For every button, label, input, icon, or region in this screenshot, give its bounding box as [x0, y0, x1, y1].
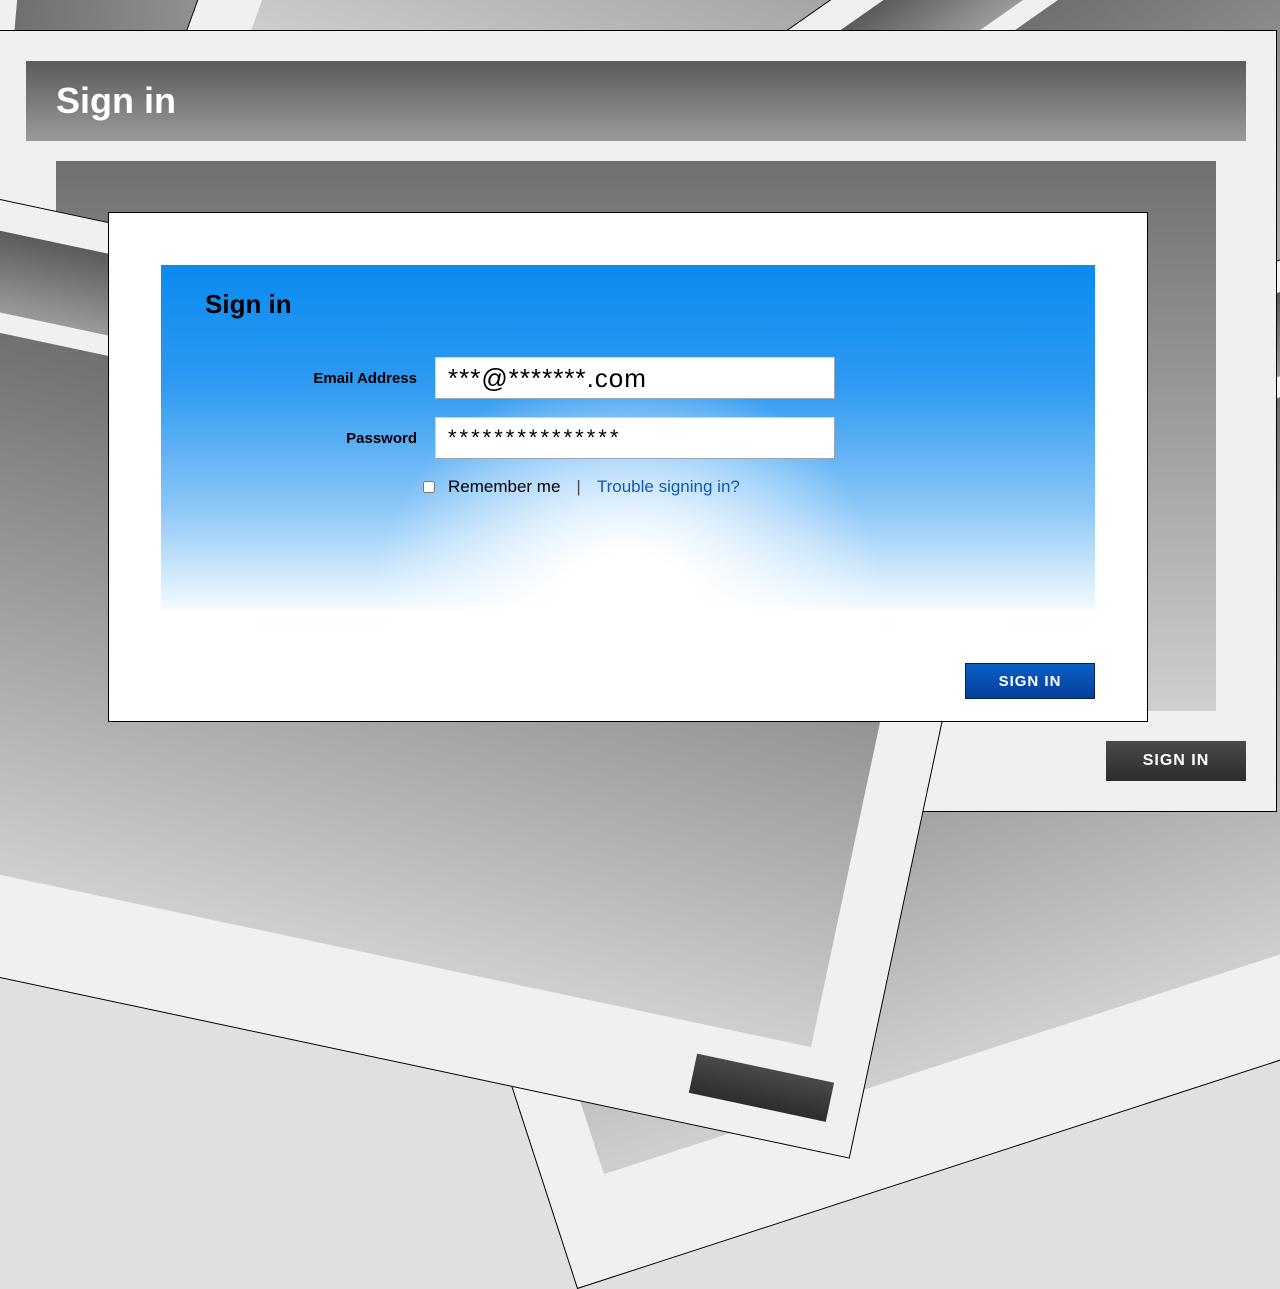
email-row: Email Address — [161, 357, 1095, 399]
bg-window-title: Sign in — [56, 80, 176, 122]
panel-title: Sign in — [205, 289, 292, 320]
trouble-signing-in-link[interactable]: Trouble signing in? — [597, 477, 740, 497]
signin-modal: Sign in Email Address Password Remember … — [108, 212, 1148, 722]
sign-in-button[interactable]: SIGN IN — [965, 663, 1095, 699]
password-row: Password — [161, 417, 1095, 459]
sign-in-button-label: SIGN IN — [999, 673, 1062, 690]
password-input[interactable] — [435, 417, 835, 459]
bg-window-button-label: SIGN IN — [1143, 752, 1210, 770]
remember-me-label: Remember me — [448, 477, 560, 497]
email-label: Email Address — [161, 370, 435, 387]
signin-panel: Sign in Email Address Password Remember … — [161, 265, 1095, 610]
password-label: Password — [161, 430, 435, 447]
signin-form: Email Address Password Remember me | Tro… — [161, 357, 1095, 497]
separator: | — [576, 477, 580, 497]
aux-row: Remember me | Trouble signing in? — [419, 477, 1095, 497]
remember-me-checkbox[interactable] — [423, 481, 435, 493]
email-input[interactable] — [435, 357, 835, 399]
